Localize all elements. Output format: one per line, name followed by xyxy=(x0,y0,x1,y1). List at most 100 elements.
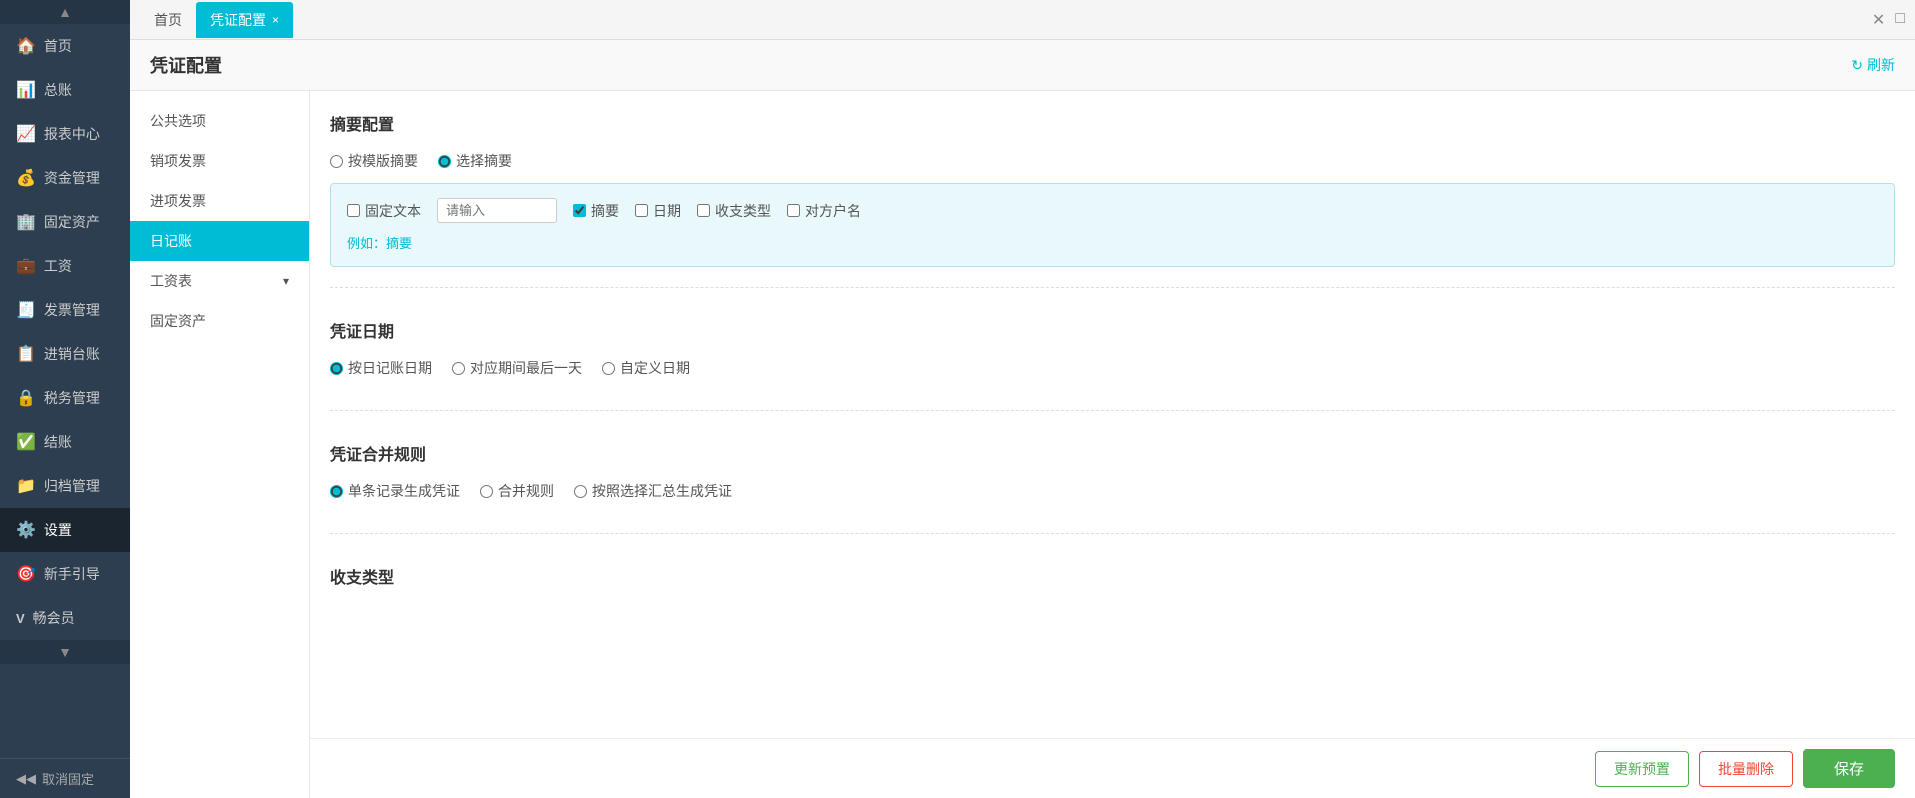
radio-summary-voucher-label: 按照选择汇总生成凭证 xyxy=(592,481,732,501)
sidebar-scroll-down[interactable]: ▼ xyxy=(0,640,130,664)
page-title: 凭证配置 xyxy=(150,52,222,78)
radio-period-last-day[interactable]: 对应期间最后一天 xyxy=(452,358,582,378)
checkbox-counterpart-label: 对方户名 xyxy=(805,201,861,221)
checkbox-summary[interactable]: 摘要 xyxy=(573,201,619,221)
settings-icon: ⚙️ xyxy=(16,520,36,540)
ledger-icon: 📊 xyxy=(16,80,36,100)
left-nav-purchase-label: 进项发票 xyxy=(150,191,206,211)
fund-icon: 💰 xyxy=(16,168,36,188)
trade-icon: 📋 xyxy=(16,344,36,364)
tab-home-label: 首页 xyxy=(154,10,182,30)
sidebar-label-ledger: 总账 xyxy=(44,80,72,100)
sidebar-bottom-label: 取消固定 xyxy=(42,769,94,788)
chevron-down-icon: ▾ xyxy=(283,274,289,288)
member-icon: V xyxy=(16,611,25,626)
radio-diary-date[interactable]: 按日记账日期 xyxy=(330,358,432,378)
sidebar-label-invoice: 发票管理 xyxy=(44,300,100,320)
left-nav-diary-label: 日记账 xyxy=(150,231,192,251)
refresh-label: 刷新 xyxy=(1867,55,1895,75)
radio-summary-voucher[interactable]: 按照选择汇总生成凭证 xyxy=(574,481,732,501)
sidebar-item-ledger[interactable]: 📊 总账 xyxy=(0,68,130,112)
radio-period-last-day-label: 对应期间最后一天 xyxy=(470,358,582,378)
radio-merge-rule[interactable]: 合并规则 xyxy=(480,481,554,501)
invoice-icon: 🧾 xyxy=(16,300,36,320)
left-nav-public-label: 公共选项 xyxy=(150,111,206,131)
radio-select-label: 选择摘要 xyxy=(456,151,512,171)
window-max-icon[interactable]: □ xyxy=(1895,10,1905,30)
checkbox-fixed-text[interactable]: 固定文本 xyxy=(347,201,421,221)
sidebar-label-close: 结账 xyxy=(44,432,72,452)
home-icon: 🏠 xyxy=(16,36,36,56)
guide-icon: 🎯 xyxy=(16,564,36,584)
left-nav-payroll[interactable]: 工资表 ▾ xyxy=(130,261,309,301)
archive-icon: 📁 xyxy=(16,476,36,496)
sidebar-item-close[interactable]: ✅ 结账 xyxy=(0,420,130,464)
sidebar-item-asset[interactable]: 🏢 固定资产 xyxy=(0,200,130,244)
left-nav-sales-label: 销项发票 xyxy=(150,151,206,171)
tax-icon: 🔒 xyxy=(16,388,36,408)
salary-icon: 💼 xyxy=(16,256,36,276)
radio-merge-rule-label: 合并规则 xyxy=(498,481,554,501)
left-nav-fixed-assets[interactable]: 固定资产 xyxy=(130,301,309,341)
sidebar-label-report: 报表中心 xyxy=(44,124,100,144)
sidebar-item-guide[interactable]: 🎯 新手引导 xyxy=(0,552,130,596)
refresh-button[interactable]: ↻ 刷新 xyxy=(1851,55,1895,75)
sidebar-scroll-up[interactable]: ▲ xyxy=(0,0,130,24)
left-nav-purchase-invoice[interactable]: 进项发票 xyxy=(130,181,309,221)
summary-config-title: 摘要配置 xyxy=(330,111,1895,135)
sidebar-label-fund: 资金管理 xyxy=(44,168,100,188)
voucher-date-section: 凭证日期 按日记账日期 对应期间最后一天 自定义日期 xyxy=(330,318,1895,411)
main-area: 首页 凭证配置 × ✕ □ 凭证配置 ↻ 刷新 公共选项 销项发票 进 xyxy=(130,0,1915,798)
sidebar-item-salary[interactable]: 💼 工资 xyxy=(0,244,130,288)
summary-radio-group: 按模版摘要 选择摘要 xyxy=(330,151,1895,171)
sidebar-label-salary: 工资 xyxy=(44,256,72,276)
sidebar-label-member: 畅会员 xyxy=(33,608,75,628)
sidebar-unpin-button[interactable]: ◀◀ 取消固定 xyxy=(0,758,130,798)
radio-template-summary[interactable]: 按模版摘要 xyxy=(330,151,418,171)
tab-voucher-config[interactable]: 凭证配置 × xyxy=(196,2,293,38)
income-type-section: 收支类型 xyxy=(330,564,1895,624)
left-nav: 公共选项 销项发票 进项发票 日记账 工资表 ▾ 固定资产 xyxy=(130,91,310,798)
right-content: 摘要配置 按模版摘要 选择摘要 固定文本 xyxy=(310,91,1915,798)
sidebar-item-archive[interactable]: 📁 归档管理 xyxy=(0,464,130,508)
tab-home[interactable]: 首页 xyxy=(140,2,196,38)
sidebar-item-invoice[interactable]: 🧾 发票管理 xyxy=(0,288,130,332)
sidebar-item-home[interactable]: 🏠 首页 xyxy=(0,24,130,68)
sidebar-item-trade[interactable]: 📋 进销台账 xyxy=(0,332,130,376)
left-nav-sales-invoice[interactable]: 销项发票 xyxy=(130,141,309,181)
left-nav-fixed-label: 固定资产 xyxy=(150,311,206,331)
tab-close-icon[interactable]: × xyxy=(272,13,279,27)
merge-rules-title: 凭证合并规则 xyxy=(330,441,1895,465)
left-nav-public[interactable]: 公共选项 xyxy=(130,101,309,141)
batch-delete-button[interactable]: 批量删除 xyxy=(1699,751,1793,787)
checkbox-date-label: 日期 xyxy=(653,201,681,221)
sidebar-item-tax[interactable]: 🔒 税务管理 xyxy=(0,376,130,420)
sidebar-label-asset: 固定资产 xyxy=(44,212,100,232)
radio-select-summary[interactable]: 选择摘要 xyxy=(438,151,512,171)
save-button[interactable]: 保存 xyxy=(1803,749,1895,788)
fixed-text-input[interactable] xyxy=(437,198,557,223)
checkbox-date[interactable]: 日期 xyxy=(635,201,681,221)
page-header: 凭证配置 ↻ 刷新 xyxy=(130,40,1915,91)
radio-custom-date[interactable]: 自定义日期 xyxy=(602,358,690,378)
update-preview-button[interactable]: 更新预置 xyxy=(1595,751,1689,787)
close-acct-icon: ✅ xyxy=(16,432,36,452)
radio-single-record[interactable]: 单条记录生成凭证 xyxy=(330,481,460,501)
tabs-bar: 首页 凭证配置 × ✕ □ xyxy=(130,0,1915,40)
bottom-action-bar: 更新预置 批量删除 保存 xyxy=(310,738,1915,798)
sidebar-item-report[interactable]: 📈 报表中心 xyxy=(0,112,130,156)
tab-window-actions: ✕ □ xyxy=(1872,10,1905,30)
unpin-icon: ◀◀ xyxy=(16,771,36,787)
summary-checkbox-row: 固定文本 摘要 日期 收支类型 xyxy=(347,198,1878,223)
checkbox-income-type[interactable]: 收支类型 xyxy=(697,201,771,221)
checkbox-income-type-label: 收支类型 xyxy=(715,201,771,221)
left-nav-diary[interactable]: 日记账 xyxy=(130,221,309,261)
report-icon: 📈 xyxy=(16,124,36,144)
sidebar-item-settings[interactable]: ⚙️ 设置 xyxy=(0,508,130,552)
summary-config-box: 固定文本 摘要 日期 收支类型 xyxy=(330,183,1895,267)
voucher-date-title: 凭证日期 xyxy=(330,318,1895,342)
window-close-icon[interactable]: ✕ xyxy=(1872,10,1885,30)
sidebar-item-fund[interactable]: 💰 资金管理 xyxy=(0,156,130,200)
sidebar-item-member[interactable]: V 畅会员 xyxy=(0,596,130,640)
checkbox-counterpart[interactable]: 对方户名 xyxy=(787,201,861,221)
